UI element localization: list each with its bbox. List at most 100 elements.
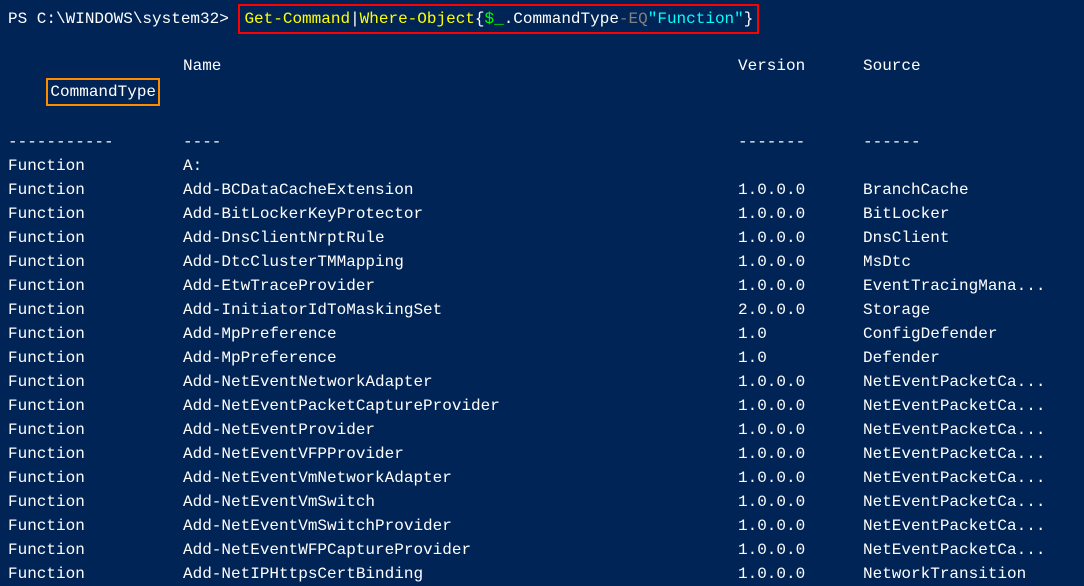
table-row: FunctionAdd-NetEventPacketCaptureProvide… xyxy=(8,394,1076,418)
string-literal: "Function" xyxy=(648,7,744,31)
table-row: FunctionAdd-DtcClusterTMMapping1.0.0.0Ms… xyxy=(8,250,1076,274)
cell-name: Add-NetIPHttpsCertBinding xyxy=(183,562,738,586)
cell-name: Add-MpPreference xyxy=(183,346,738,370)
cell-name: Add-MpPreference xyxy=(183,322,738,346)
header-source: Source xyxy=(863,54,1076,130)
table-row: FunctionAdd-NetEventVmSwitch1.0.0.0NetEv… xyxy=(8,490,1076,514)
cell-source: EventTracingMana... xyxy=(863,274,1076,298)
underline-version: ------- xyxy=(738,130,863,154)
cell-commandtype: Function xyxy=(8,490,183,514)
table-row: FunctionAdd-DnsClientNrptRule1.0.0.0DnsC… xyxy=(8,226,1076,250)
cmdlet-get-command: Get-Command xyxy=(244,7,350,31)
cell-version: 1.0.0.0 xyxy=(738,370,863,394)
cell-commandtype: Function xyxy=(8,250,183,274)
cell-version: 1.0.0.0 xyxy=(738,562,863,586)
cell-name: Add-BCDataCacheExtension xyxy=(183,178,738,202)
cell-version: 2.0.0.0 xyxy=(738,298,863,322)
brace-open: { xyxy=(475,7,485,31)
cell-name: Add-BitLockerKeyProtector xyxy=(183,202,738,226)
brace-close: } xyxy=(744,7,754,31)
cell-version: 1.0.0.0 xyxy=(738,466,863,490)
cell-source: NetEventPacketCa... xyxy=(863,370,1076,394)
cell-commandtype: Function xyxy=(8,298,183,322)
cell-version: 1.0.0.0 xyxy=(738,442,863,466)
cell-source: Storage xyxy=(863,298,1076,322)
cell-commandtype: Function xyxy=(8,394,183,418)
cell-source: ConfigDefender xyxy=(863,322,1076,346)
cell-name: Add-NetEventVmNetworkAdapter xyxy=(183,466,738,490)
header-name: Name xyxy=(183,54,738,130)
cell-commandtype: Function xyxy=(8,466,183,490)
underline-source: ------ xyxy=(863,130,1076,154)
cell-source: NetEventPacketCa... xyxy=(863,514,1076,538)
cell-commandtype: Function xyxy=(8,370,183,394)
cell-source: NetEventPacketCa... xyxy=(863,490,1076,514)
table-row: FunctionA: xyxy=(8,154,1076,178)
cell-name: Add-NetEventNetworkAdapter xyxy=(183,370,738,394)
cell-name: Add-NetEventProvider xyxy=(183,418,738,442)
variable: $_ xyxy=(485,7,504,31)
cell-version: 1.0.0.0 xyxy=(738,274,863,298)
cell-commandtype: Function xyxy=(8,562,183,586)
cell-source: BranchCache xyxy=(863,178,1076,202)
cell-name: Add-DnsClientNrptRule xyxy=(183,226,738,250)
cell-version: 1.0.0.0 xyxy=(738,250,863,274)
cell-version: 1.0.0.0 xyxy=(738,490,863,514)
cell-commandtype: Function xyxy=(8,178,183,202)
header-commandtype-highlight: CommandType xyxy=(46,78,160,106)
table-row: FunctionAdd-EtwTraceProvider1.0.0.0Event… xyxy=(8,274,1076,298)
table-row: FunctionAdd-NetEventVmSwitchProvider1.0.… xyxy=(8,514,1076,538)
table-row: FunctionAdd-InitiatorIdToMaskingSet2.0.0… xyxy=(8,298,1076,322)
table-row: FunctionAdd-NetEventNetworkAdapter1.0.0.… xyxy=(8,370,1076,394)
table-row: FunctionAdd-NetEventVFPProvider1.0.0.0Ne… xyxy=(8,442,1076,466)
cell-source: DnsClient xyxy=(863,226,1076,250)
cell-version: 1.0 xyxy=(738,346,863,370)
table-body: FunctionA:FunctionAdd-BCDataCacheExtensi… xyxy=(8,154,1076,586)
cell-version: 1.0.0.0 xyxy=(738,394,863,418)
cmdlet-where-object: Where-Object xyxy=(360,7,475,31)
cell-source: NetEventPacketCa... xyxy=(863,442,1076,466)
table-row: FunctionAdd-NetEventProvider1.0.0.0NetEv… xyxy=(8,418,1076,442)
table-row: FunctionAdd-NetEventVmNetworkAdapter1.0.… xyxy=(8,466,1076,490)
cell-name: Add-DtcClusterTMMapping xyxy=(183,250,738,274)
table-row: FunctionAdd-NetEventWFPCaptureProvider1.… xyxy=(8,538,1076,562)
prompt-prefix: PS C:\WINDOWS\system32> xyxy=(8,7,238,31)
cell-source: NetEventPacketCa... xyxy=(863,538,1076,562)
table-row: FunctionAdd-BCDataCacheExtension1.0.0.0B… xyxy=(8,178,1076,202)
cell-source: NetworkTransition xyxy=(863,562,1076,586)
cell-version xyxy=(738,154,863,178)
cell-commandtype: Function xyxy=(8,514,183,538)
table-row: FunctionAdd-MpPreference1.0ConfigDefende… xyxy=(8,322,1076,346)
table-row: FunctionAdd-NetIPHttpsCertBinding1.0.0.0… xyxy=(8,562,1076,586)
comparison-operator: -EQ xyxy=(619,7,648,31)
cell-version: 1.0 xyxy=(738,322,863,346)
cell-commandtype: Function xyxy=(8,154,183,178)
cell-version: 1.0.0.0 xyxy=(738,418,863,442)
cell-name: A: xyxy=(183,154,738,178)
table-underline-row: ----------- ---- ------- ------ xyxy=(8,130,1076,154)
cell-source: NetEventPacketCa... xyxy=(863,394,1076,418)
cell-commandtype: Function xyxy=(8,226,183,250)
cell-name: Add-EtwTraceProvider xyxy=(183,274,738,298)
table-row: FunctionAdd-BitLockerKeyProtector1.0.0.0… xyxy=(8,202,1076,226)
property-access: .CommandType xyxy=(504,7,619,31)
cell-commandtype: Function xyxy=(8,538,183,562)
cell-commandtype: Function xyxy=(8,418,183,442)
header-commandtype-cell: CommandType xyxy=(8,54,183,130)
underline-type: ----------- xyxy=(8,130,183,154)
cell-name: Add-NetEventVmSwitch xyxy=(183,490,738,514)
cell-commandtype: Function xyxy=(8,274,183,298)
cell-version: 1.0.0.0 xyxy=(738,226,863,250)
cell-commandtype: Function xyxy=(8,442,183,466)
cell-source xyxy=(863,154,1076,178)
pipe-operator: | xyxy=(350,7,360,31)
cell-name: Add-InitiatorIdToMaskingSet xyxy=(183,298,738,322)
cell-commandtype: Function xyxy=(8,322,183,346)
prompt-line: PS C:\WINDOWS\system32> Get-Command | Wh… xyxy=(8,4,1076,34)
cell-version: 1.0.0.0 xyxy=(738,514,863,538)
cell-commandtype: Function xyxy=(8,202,183,226)
cell-source: Defender xyxy=(863,346,1076,370)
cell-name: Add-NetEventVFPProvider xyxy=(183,442,738,466)
header-version: Version xyxy=(738,54,863,130)
cell-version: 1.0.0.0 xyxy=(738,538,863,562)
